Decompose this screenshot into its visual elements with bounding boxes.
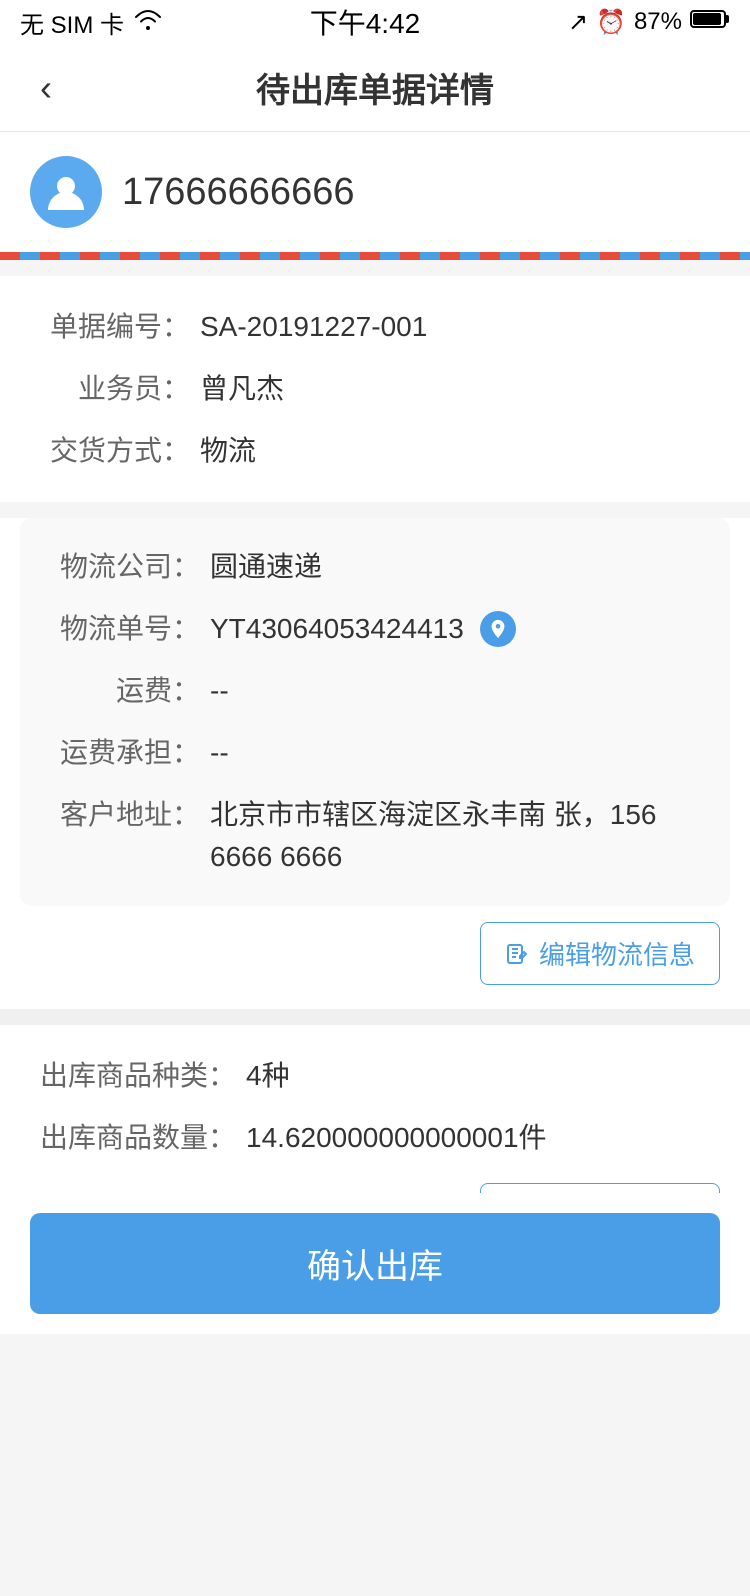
delivery-label: 交货方式： <box>40 430 200 472</box>
order-info-section: 单据编号： SA-20191227-001 业务员： 曾凡杰 交货方式： 物流 <box>0 276 750 502</box>
battery-icon <box>690 8 730 37</box>
goods-section: 出库商品种类： 4种 出库商品数量： 14.620000000000001件 <box>0 1025 750 1183</box>
logistics-tracking-label: 物流单号： <box>50 608 210 650</box>
delivery-row: 交货方式： 物流 <box>40 430 710 472</box>
goods-quantity-value: 14.620000000000001件 <box>246 1117 710 1159</box>
freight-value: -- <box>210 670 700 712</box>
avatar <box>30 156 102 228</box>
back-button[interactable]: ‹ <box>30 57 62 119</box>
page-title: 待出库单据详情 <box>256 63 494 112</box>
order-id-label: 单据编号： <box>40 306 200 348</box>
gray-separator <box>0 1009 750 1025</box>
goods-types-row: 出库商品种类： 4种 <box>40 1055 710 1097</box>
order-id-value: SA-20191227-001 <box>200 306 710 348</box>
map-location-icon[interactable] <box>480 611 516 647</box>
logistics-tracking-value: YT43064053424413 <box>210 608 700 650</box>
address-row: 客户地址： 北京市市辖区海淀区永丰南 张，156 6666 6666 <box>50 794 700 878</box>
freight-label: 运费： <box>50 670 210 712</box>
logistics-company-label: 物流公司： <box>50 546 210 588</box>
logistics-company-value: 圆通速递 <box>210 546 700 588</box>
address-value: 北京市市辖区海淀区永丰南 张，156 6666 6666 <box>210 794 700 878</box>
logistics-company-row: 物流公司： 圆通速递 <box>50 546 700 588</box>
sim-status: 无 SIM 卡 <box>20 5 124 40</box>
customer-phone: 17666666666 <box>122 171 354 214</box>
agent-row: 业务员： 曾凡杰 <box>40 368 710 410</box>
status-left: 无 SIM 卡 <box>20 5 162 40</box>
goods-quantity-row: 出库商品数量： 14.620000000000001件 <box>40 1117 710 1159</box>
logistics-card: 物流公司： 圆通速递 物流单号： YT43064053424413 运费： -- <box>20 518 730 906</box>
status-bar: 无 SIM 卡 下午4:42 ↗ ⏰ 87% <box>0 0 750 44</box>
address-label: 客户地址： <box>50 794 210 836</box>
edit-logistics-container: 编辑物流信息 <box>0 922 750 1009</box>
freight-bear-label: 运费承担： <box>50 732 210 774</box>
location-indicator: ↗ <box>568 8 588 37</box>
freight-row: 运费： -- <box>50 670 700 712</box>
delivery-value: 物流 <box>200 430 710 472</box>
goods-types-value: 4种 <box>246 1055 710 1097</box>
edit-logistics-label: 编辑物流信息 <box>539 935 695 972</box>
nav-bar: ‹ 待出库单据详情 <box>0 44 750 132</box>
status-time: 下午4:42 <box>310 2 421 42</box>
goods-types-label: 出库商品种类： <box>40 1055 246 1097</box>
order-id-row: 单据编号： SA-20191227-001 <box>40 306 710 348</box>
goods-quantity-label: 出库商品数量： <box>40 1117 246 1159</box>
status-right: ↗ ⏰ 87% <box>568 8 730 37</box>
customer-header: 17666666666 <box>0 132 750 252</box>
battery-level: 87% <box>634 8 682 36</box>
freight-bear-row: 运费承担： -- <box>50 732 700 774</box>
alarm-icon: ⏰ <box>596 8 626 37</box>
edit-logistics-button[interactable]: 编辑物流信息 <box>480 922 720 985</box>
confirm-button-wrap: 确认出库 <box>0 1193 750 1334</box>
logistics-tracking-row: 物流单号： YT43064053424413 <box>50 608 700 650</box>
dashed-divider <box>0 252 750 260</box>
freight-bear-value: -- <box>210 732 700 774</box>
agent-label: 业务员： <box>40 368 200 410</box>
wifi-icon <box>134 8 162 37</box>
confirm-outbound-button[interactable]: 确认出库 <box>30 1213 720 1314</box>
agent-value: 曾凡杰 <box>200 368 710 410</box>
